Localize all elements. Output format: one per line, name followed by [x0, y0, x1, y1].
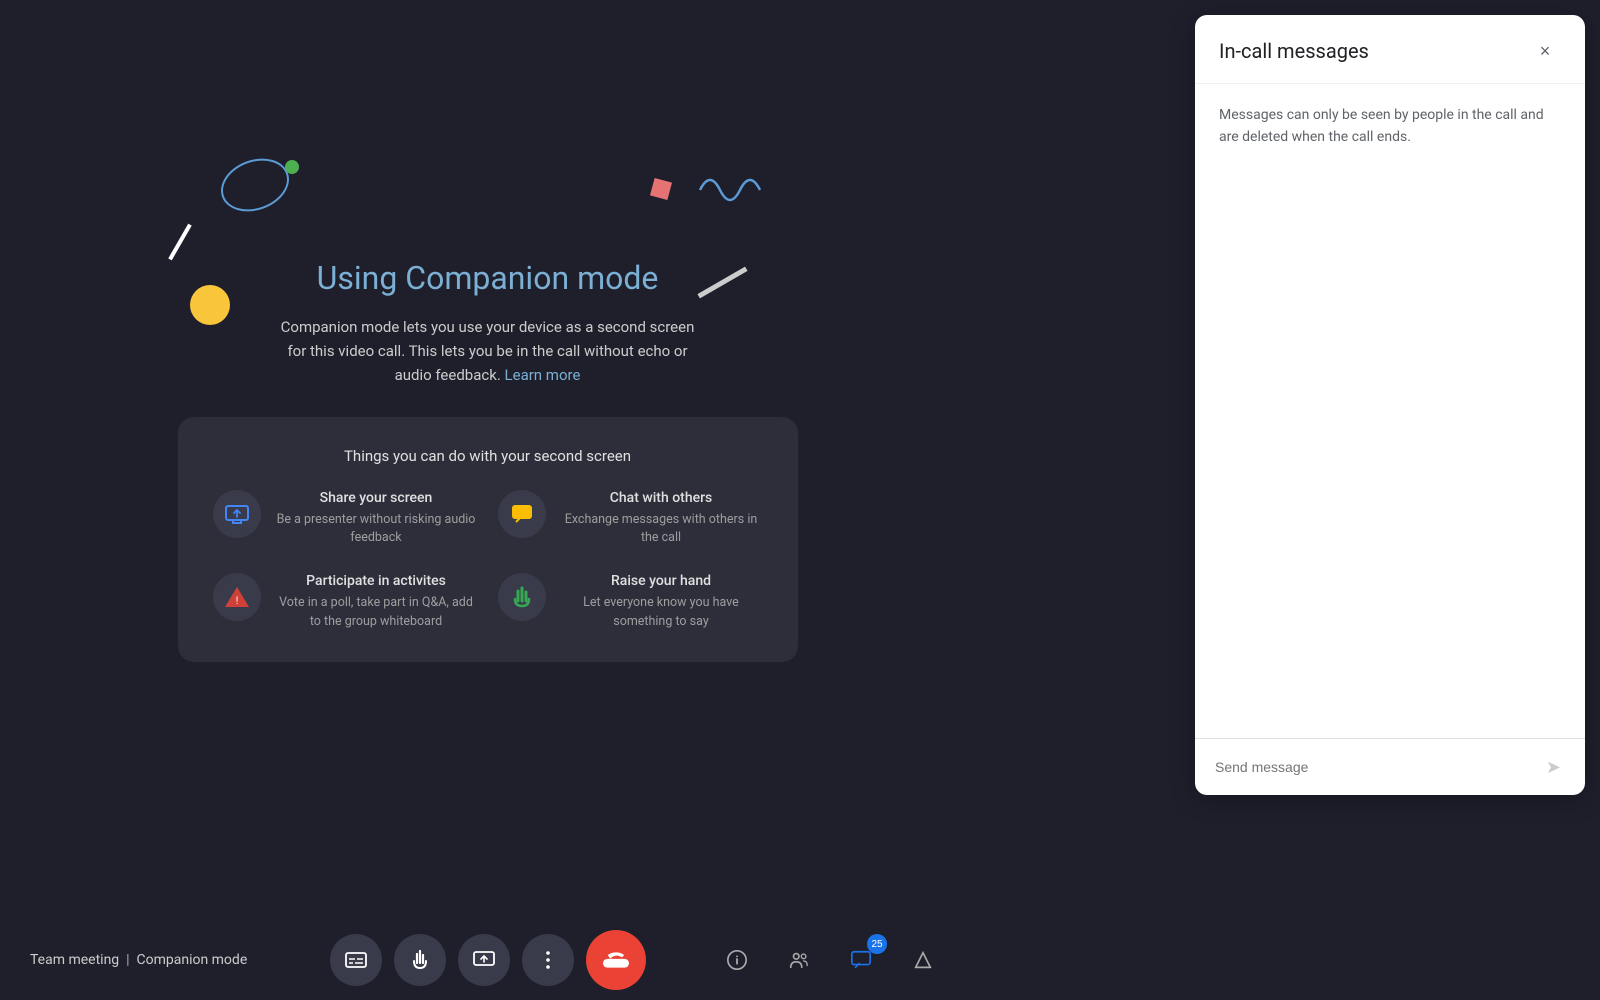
share-screen-desc: Be a presenter without risking audio fee… [275, 511, 478, 549]
chat-desc: Exchange messages with others in the cal… [560, 511, 763, 549]
participate-icon: ! [223, 583, 251, 611]
feature-chat: Chat with others Exchange messages with … [498, 490, 763, 549]
deco-oval [214, 150, 297, 221]
raise-hand-title: Raise your hand [560, 573, 763, 589]
companion-title: Using Companion mode [178, 259, 798, 297]
chat-title: Chat with others [560, 490, 763, 506]
captions-icon [344, 948, 368, 972]
more-options-icon [536, 948, 560, 972]
features-grid: Share your screen Be a presenter without… [213, 490, 763, 632]
present-button[interactable] [458, 934, 510, 986]
info-button[interactable] [715, 938, 759, 982]
controls-center [330, 930, 646, 990]
captions-button[interactable] [330, 934, 382, 986]
chat-ctrl-icon [850, 949, 872, 971]
meeting-label: Team meeting | Companion mode [30, 952, 247, 968]
people-icon [788, 949, 810, 971]
end-call-button[interactable] [586, 930, 646, 990]
info-icon [726, 949, 748, 971]
send-message-button[interactable]: ➤ [1538, 753, 1569, 782]
raise-hand-icon [508, 583, 536, 611]
deco-slash1 [168, 224, 191, 261]
share-screen-text: Share your screen Be a presenter without… [275, 490, 478, 549]
present-icon [472, 948, 496, 972]
more-options-button[interactable] [522, 934, 574, 986]
features-title: Things you can do with your second scree… [213, 447, 763, 465]
chat-text: Chat with others Exchange messages with … [560, 490, 763, 549]
svg-text:!: ! [235, 596, 238, 607]
features-card: Things you can do with your second scree… [178, 417, 798, 662]
feature-share-screen: Share your screen Be a presenter without… [213, 490, 478, 549]
chat-button[interactable]: 25 [839, 938, 883, 982]
chat-icon [508, 500, 536, 528]
chat-icon-wrap [498, 490, 546, 538]
deco-wave [690, 160, 770, 220]
panel-header: In-call messages × [1195, 15, 1585, 84]
deco-dot [285, 160, 299, 174]
learn-more-link[interactable]: Learn more [505, 366, 581, 384]
raise-hand-desc: Let everyone know you have something to … [560, 594, 763, 632]
participate-desc: Vote in a poll, take part in Q&A, add to… [275, 594, 478, 632]
share-screen-icon [223, 500, 251, 528]
controls-right: 25 [715, 938, 945, 982]
raise-hand-ctrl-icon [408, 948, 432, 972]
feature-participate: ! Participate in activites Vote in a pol… [213, 573, 478, 632]
activities-icon [912, 949, 934, 971]
feature-raise-hand: Raise your hand Let everyone know you ha… [498, 573, 763, 632]
panel-description: Messages can only be seen by people in t… [1195, 84, 1585, 169]
raise-hand-text: Raise your hand Let everyone know you ha… [560, 573, 763, 632]
end-call-icon [603, 947, 629, 973]
participate-icon-wrap: ! [213, 573, 261, 621]
send-message-input[interactable] [1211, 751, 1538, 783]
share-screen-title: Share your screen [275, 490, 478, 506]
chat-badge: 25 [867, 934, 887, 954]
companion-content: Using Companion mode Companion mode lets… [178, 259, 798, 662]
participate-title: Participate in activites [275, 573, 478, 589]
meeting-name: Team meeting [30, 952, 119, 968]
bottom-bar: Team meeting | Companion mode [0, 920, 975, 1000]
deco-square [650, 178, 672, 200]
companion-mode-label: Companion mode [136, 952, 247, 968]
in-call-messages-panel: In-call messages × Messages can only be … [1195, 15, 1585, 795]
activities-button[interactable] [901, 938, 945, 982]
share-screen-icon-wrap [213, 490, 261, 538]
panel-close-button[interactable]: × [1529, 35, 1561, 67]
people-button[interactable] [777, 938, 821, 982]
participate-text: Participate in activites Vote in a poll,… [275, 573, 478, 632]
companion-description: Companion mode lets you use your device … [278, 315, 698, 387]
panel-input-area: ➤ [1195, 738, 1585, 795]
raise-hand-icon-wrap [498, 573, 546, 621]
panel-title: In-call messages [1219, 39, 1369, 63]
raise-hand-button[interactable] [394, 934, 446, 986]
panel-messages-area [1195, 169, 1585, 738]
main-area: Using Companion mode Companion mode lets… [0, 0, 975, 1000]
